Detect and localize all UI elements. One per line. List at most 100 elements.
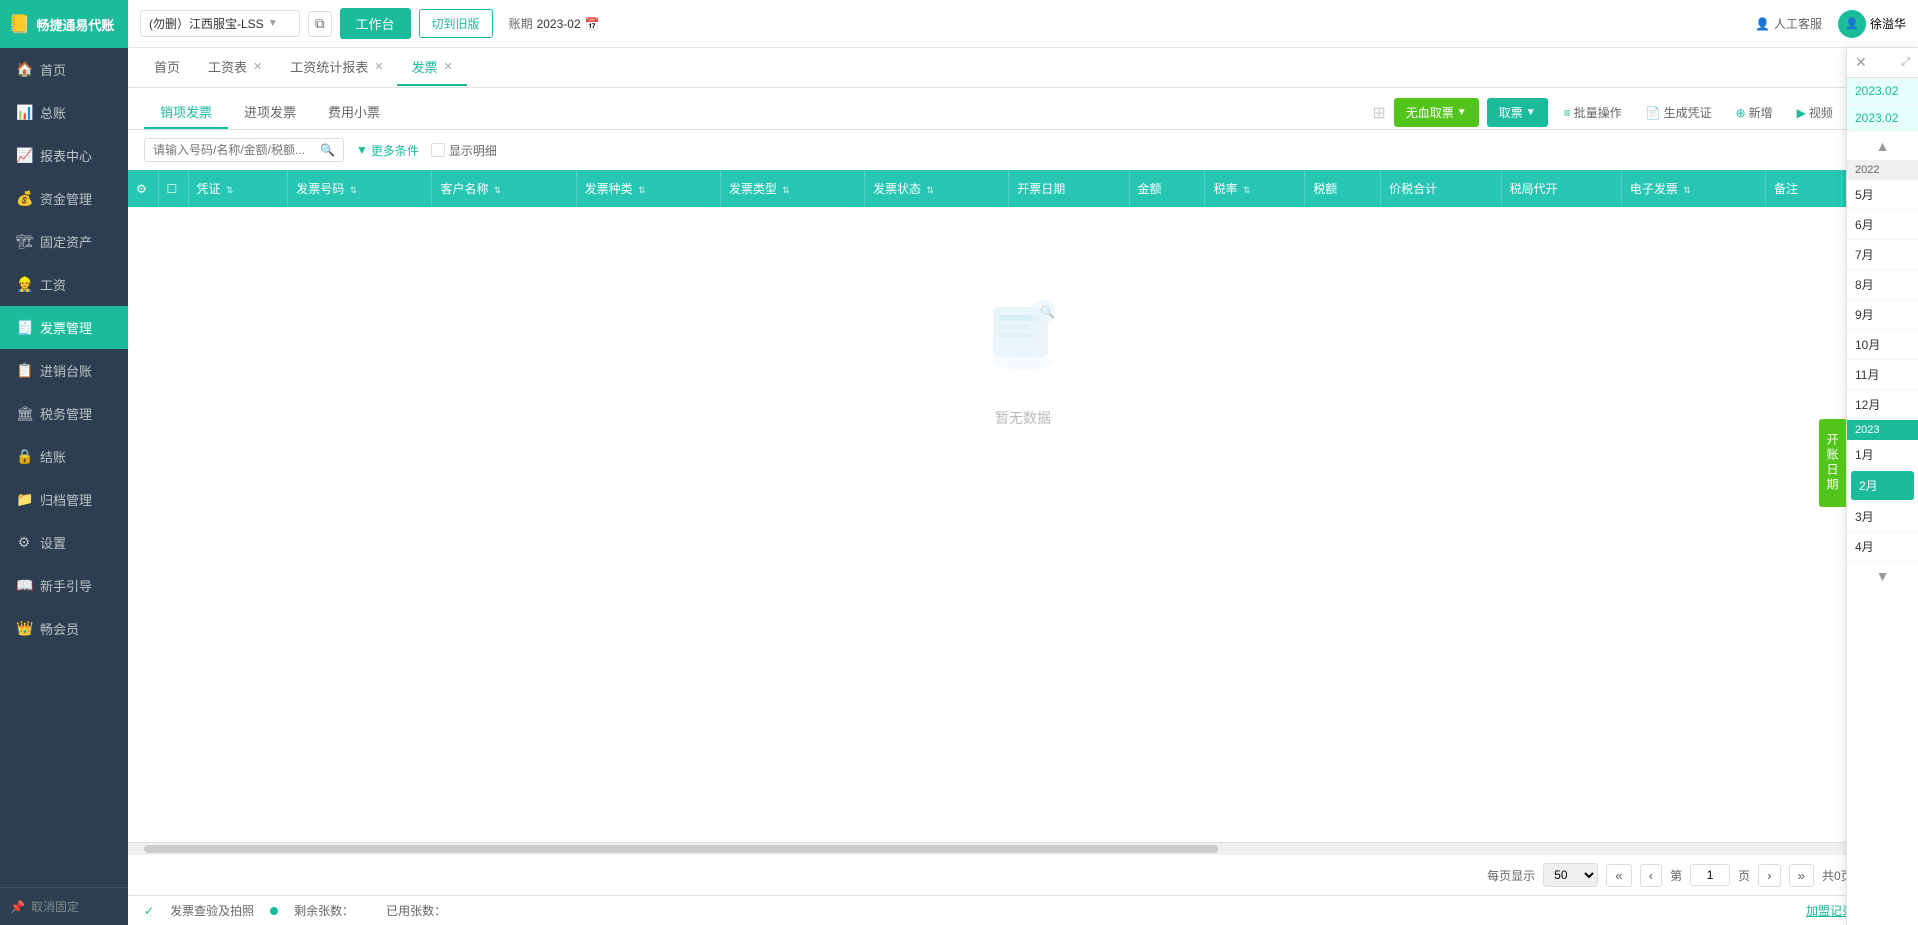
sidebar-item-member[interactable]: 👑 畅会员	[0, 607, 128, 650]
tab-salary-close[interactable]: ✕	[253, 60, 262, 73]
subtab-sales-invoice[interactable]: 销项发票	[144, 96, 228, 129]
sidebar-item-report[interactable]: 📈 报表中心	[0, 134, 128, 177]
scroll-up-arrow[interactable]: ▲	[1876, 138, 1890, 154]
voucher-sort-icon[interactable]: ⇅	[226, 185, 234, 195]
month-2022-11[interactable]: 11月	[1847, 360, 1918, 390]
subtab-purchase-invoice[interactable]: 进项发票	[228, 96, 312, 129]
table-container: ⚙ ☐ 凭证 ⇅ 发票号码 ⇅ 客户名称 ⇅ 发票种类 ⇅ 发票类型 ⇅ 发票状…	[128, 170, 1918, 842]
first-page-button[interactable]: «	[1606, 864, 1631, 887]
month-2023-3[interactable]: 3月	[1847, 502, 1918, 532]
sidebar-pin[interactable]: 📌 取消固定	[0, 887, 128, 925]
customer-sort-icon[interactable]: ⇅	[494, 185, 502, 195]
category-sort-icon[interactable]: ⇅	[782, 185, 790, 195]
scroll-down-arrow[interactable]: ▼	[1876, 568, 1890, 584]
tax-rate-sort-icon[interactable]: ⇅	[1243, 185, 1251, 195]
month-2022-8[interactable]: 8月	[1847, 270, 1918, 300]
prev-page-button[interactable]: ‹	[1640, 864, 1662, 887]
col-amount: 金额	[1129, 170, 1205, 207]
asset-icon: 🏗	[16, 233, 32, 250]
month-2022-7[interactable]: 7月	[1847, 240, 1918, 270]
page-number-input[interactable]	[1690, 864, 1730, 886]
more-filter-button[interactable]: ▼ 更多条件	[356, 142, 419, 159]
type-sort-icon[interactable]: ⇅	[638, 185, 646, 195]
sidebar-item-invoice[interactable]: 🧾 发票管理	[0, 306, 128, 349]
right-panel-expand-btn[interactable]: ⤢	[1901, 56, 1910, 69]
next-page-button[interactable]: ›	[1758, 864, 1780, 887]
month-2022-12[interactable]: 12月	[1847, 390, 1918, 420]
empty-svg: 🔍	[973, 287, 1073, 377]
sidebar-item-close[interactable]: 🔒 结账	[0, 435, 128, 478]
date-entry-2[interactable]: 2023.02	[1847, 105, 1918, 132]
company-dropdown-icon: ▼	[268, 18, 278, 29]
subtab-sales-invoice-label: 销项发票	[160, 105, 212, 120]
sidebar-item-archive[interactable]: 📁 归档管理	[0, 478, 128, 521]
col-check[interactable]: ☐	[158, 170, 188, 207]
month-2022-6[interactable]: 6月	[1847, 210, 1918, 240]
date-entry-1[interactable]: 2023.02	[1847, 78, 1918, 105]
no-invoice-button[interactable]: 无血取票 ▼	[1394, 98, 1479, 127]
sidebar-item-fund[interactable]: 💰 资金管理	[0, 177, 128, 220]
tab-invoice[interactable]: 发票 ✕	[397, 49, 466, 86]
scroll-thumb[interactable]	[144, 845, 1218, 853]
sidebar-item-sales[interactable]: 📋 进销台账	[0, 349, 128, 392]
sidebar-item-asset[interactable]: 🏗 固定资产	[0, 220, 128, 263]
month-2023-2[interactable]: 2月	[1851, 471, 1914, 501]
check-label: 发票查验及拍照	[170, 902, 254, 919]
user-info[interactable]: 👤 徐溢华	[1838, 10, 1906, 38]
invoice-no-sort-icon[interactable]: ⇅	[350, 185, 358, 195]
new-label: 新增	[1749, 104, 1773, 121]
sidebar-item-tax[interactable]: 🏛 税务管理	[0, 392, 128, 435]
invoice-icon: 🧾	[16, 319, 32, 336]
search-input[interactable]	[153, 143, 316, 157]
sidebar-item-guide[interactable]: 📖 新手引导	[0, 564, 128, 607]
month-2023-4[interactable]: 4月	[1847, 532, 1918, 562]
copy-company-button[interactable]: ⧉	[308, 11, 332, 37]
workspace-button[interactable]: 工作台	[340, 8, 411, 39]
filter-bar: 🔍 ▼ 更多条件 显示明细	[128, 130, 1918, 170]
no-invoice-dropdown-icon: ▼	[1457, 107, 1467, 118]
tab-salary[interactable]: 工资表 ✕	[194, 49, 276, 86]
sidebar-item-home[interactable]: 🏠 首页	[0, 48, 128, 91]
tab-invoice-label: 发票	[411, 57, 437, 76]
sidebar-item-settings[interactable]: ⚙ 设置	[0, 521, 128, 564]
more-filter-label: 更多条件	[371, 142, 419, 159]
fund-icon: 💰	[16, 190, 32, 207]
tab-salary-report-close[interactable]: ✕	[374, 60, 383, 73]
tab-invoice-close[interactable]: ✕	[444, 60, 453, 73]
month-2022-5[interactable]: 5月	[1847, 180, 1918, 210]
col-status: 发票状态 ⇅	[865, 170, 1009, 207]
sidebar-item-ledger[interactable]: 📊 总账	[0, 91, 128, 134]
e-invoice-sort-icon[interactable]: ⇅	[1683, 185, 1691, 195]
month-2022-9[interactable]: 9月	[1847, 300, 1918, 330]
grid-view-icon[interactable]: ⊞	[1372, 103, 1385, 123]
member-icon: 👑	[16, 620, 32, 637]
pin-icon: 📌	[10, 900, 25, 914]
open-date-button[interactable]: 开账日期	[1819, 419, 1846, 507]
page-label: 页	[1738, 867, 1750, 884]
sidebar-item-invoice-label: 发票管理	[40, 318, 92, 337]
col-date: 开票日期	[1009, 170, 1129, 207]
subtab-expense-ticket[interactable]: 费用小票	[312, 96, 396, 129]
service-button[interactable]: 👤 人工客服	[1755, 15, 1822, 32]
sidebar-item-salary[interactable]: 👷 工资	[0, 263, 128, 306]
page-size-select[interactable]: 50 100 200	[1543, 863, 1598, 887]
video-button[interactable]: ▶ 视频	[1789, 99, 1841, 126]
horizontal-scrollbar[interactable]	[128, 842, 1918, 854]
tab-home[interactable]: 首页	[140, 49, 194, 86]
month-2023-1[interactable]: 1月	[1847, 440, 1918, 470]
empty-state: 🔍 暂无数据	[128, 207, 1918, 507]
new-button[interactable]: ⊕ 新增	[1728, 99, 1781, 126]
get-invoice-button[interactable]: 取票 ▼	[1487, 98, 1548, 127]
show-detail-checkbox[interactable]: 显示明细	[431, 142, 497, 159]
col-settings[interactable]: ⚙	[128, 170, 158, 207]
month-2022-10[interactable]: 10月	[1847, 330, 1918, 360]
company-selector[interactable]: (勿删）江西服宝-LSS ▼	[140, 10, 300, 37]
batch-ops-button[interactable]: ≡ 批量操作	[1556, 99, 1630, 126]
col-tax-rate: 税率 ⇅	[1205, 170, 1305, 207]
right-panel-close-btn[interactable]: ✕	[1855, 54, 1867, 71]
status-sort-icon[interactable]: ⇅	[926, 185, 934, 195]
last-page-button[interactable]: »	[1789, 864, 1814, 887]
tab-salary-report[interactable]: 工资统计报表 ✕	[276, 49, 397, 86]
switch-old-button[interactable]: 切到旧版	[419, 9, 493, 38]
generate-voucher-button[interactable]: 📄 生成凭证	[1638, 99, 1720, 126]
